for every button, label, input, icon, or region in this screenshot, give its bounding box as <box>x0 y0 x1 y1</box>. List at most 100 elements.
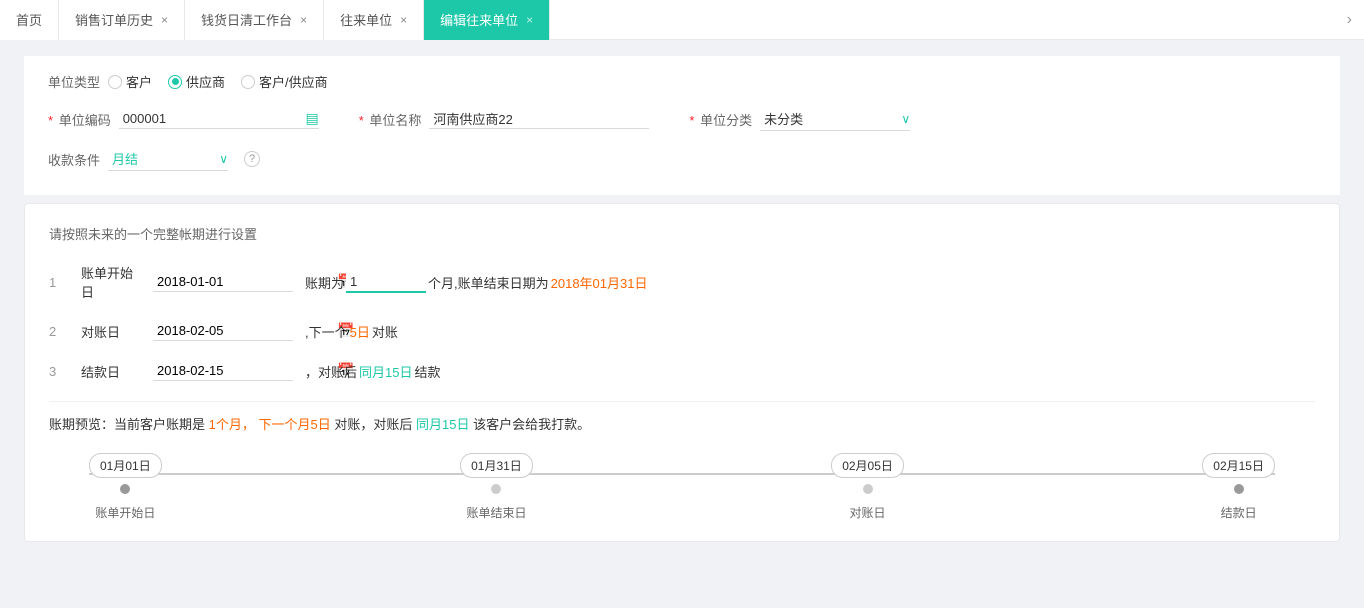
timeline-node-3: 02月15日 结款日 <box>1202 453 1275 521</box>
tab-home[interactable]: 首页 <box>0 0 59 40</box>
preview-part1: 1个月， <box>209 417 255 432</box>
fields-row: * 单位编码 ▤ * 单位名称 * 单位分类 <box>48 107 1316 131</box>
form-section: 单位类型 客户 供应商 客户/供应商 * <box>24 56 1340 195</box>
unit-category-field: * 单位分类 未分类 ∨ <box>689 107 910 131</box>
tab-partner-label: 往来单位 <box>340 10 392 29</box>
node-date-0: 01月01日 <box>89 453 162 478</box>
preview-middle: 对账，对账后 <box>334 417 412 432</box>
period-row-1: 1 账单开始日 📅 账期为 个月,账单结束日期为 2018年01月31日 <box>49 263 1315 301</box>
desc-prefix-3: ，对账后 <box>305 362 357 381</box>
card-section: 请按照未来的一个完整帐期进行设置 1 账单开始日 📅 账期为 个月,账单结束日期… <box>24 203 1340 542</box>
tab-partner-close[interactable]: × <box>400 13 407 27</box>
period-desc-3: ，对账后 同月15日 结款 <box>305 362 441 381</box>
radio-both-circle <box>241 75 255 89</box>
card-title: 请按照未来的一个完整帐期进行设置 <box>49 224 1315 243</box>
radio-supplier[interactable]: 供应商 <box>168 72 225 91</box>
unit-category-label: * 单位分类 <box>689 110 752 129</box>
node-date-2: 02月05日 <box>831 453 904 478</box>
preview-label: 账期预览：当前客户账期是 <box>49 417 205 432</box>
unit-name-field: * 单位名称 <box>359 109 650 129</box>
unit-name-input[interactable] <box>429 109 649 129</box>
payment-dropdown-icon: ∨ <box>219 152 228 166</box>
period-desc-2: ,下一个 5日 对账 <box>305 322 398 341</box>
unit-type-row: 单位类型 客户 供应商 客户/供应商 <box>48 72 1316 91</box>
period-row-3: 3 结款日 📅 ，对账后 同月15日 结款 <box>49 361 1315 381</box>
unit-type-label: 单位类型 <box>48 72 100 91</box>
unit-category-select[interactable]: 未分类 ∨ <box>760 107 910 131</box>
row-label-3: 结款日 <box>81 362 141 381</box>
tab-sales-order-label: 销售订单历史 <box>75 10 153 29</box>
node-date-1: 01月31日 <box>460 453 533 478</box>
node-label-3: 结款日 <box>1221 504 1257 521</box>
tab-cash-work-label: 钱货日清工作台 <box>201 10 292 29</box>
date-input-2[interactable]: 📅 <box>153 321 293 341</box>
payment-value: 月结 <box>108 147 219 170</box>
unit-code-field: * 单位编码 ▤ <box>48 109 319 129</box>
radio-both-label: 客户/供应商 <box>259 72 328 91</box>
period-row-2: 2 对账日 📅 ,下一个 5日 对账 <box>49 321 1315 341</box>
tab-cash-work-close[interactable]: × <box>300 13 307 27</box>
tab-sales-order-close[interactable]: × <box>161 13 168 27</box>
node-dot-1 <box>491 484 501 494</box>
node-dot-0 <box>120 484 130 494</box>
preview-part3: 同月15日 <box>416 417 469 432</box>
tab-edit-partner-close[interactable]: × <box>526 13 533 27</box>
desc-suffix-1: 个月,账单结束日期为 <box>428 273 549 292</box>
tab-edit-partner[interactable]: 编辑往来单位 × <box>424 0 550 40</box>
timeline-node-1: 01月31日 账单结束日 <box>460 453 533 521</box>
unit-type-radio-group: 客户 供应商 客户/供应商 <box>108 72 328 91</box>
date-input-1[interactable]: 📅 <box>153 272 293 292</box>
row-label-1: 账单开始日 <box>81 263 141 301</box>
tab-cash-work[interactable]: 钱货日清工作台 × <box>185 0 324 40</box>
radio-customer-label: 客户 <box>126 72 152 91</box>
unit-code-input-group[interactable]: ▤ <box>119 109 319 129</box>
node-dot-2 <box>863 484 873 494</box>
timeline: 01月01日 账单开始日 01月31日 账单结束日 02月05日 对账日 02月… <box>49 453 1315 521</box>
tab-edit-partner-label: 编辑往来单位 <box>440 10 518 29</box>
tabs-expand-button[interactable]: › <box>1335 11 1364 29</box>
desc-prefix-1: 账期为 <box>305 273 344 292</box>
desc-suffix-3: 结款 <box>414 362 440 381</box>
payment-row: 收款条件 月结 ∨ ? <box>48 147 1316 171</box>
row-num-2: 2 <box>49 324 69 339</box>
desc-prefix-2: ,下一个 <box>305 322 348 341</box>
unit-code-input[interactable] <box>119 109 306 128</box>
row-num-1: 1 <box>49 275 69 290</box>
preview-part2: 下一个月5日 <box>259 417 331 432</box>
row-label-2: 对账日 <box>81 322 141 341</box>
period-desc-1: 账期为 个月,账单结束日期为 2018年01月31日 <box>305 272 647 293</box>
tabs-bar: 首页 销售订单历史 × 钱货日清工作台 × 往来单位 × 编辑往来单位 × › <box>0 0 1364 40</box>
payment-label: 收款条件 <box>48 150 100 169</box>
radio-customer-circle <box>108 75 122 89</box>
payment-select[interactable]: 月结 ∨ <box>108 147 228 171</box>
tab-partner[interactable]: 往来单位 × <box>324 0 424 40</box>
highlight-date-1: 2018年01月31日 <box>551 273 648 292</box>
preview-section: 账期预览：当前客户账期是 1个月， 下一个月5日 对账，对账后 同月15日 该客… <box>49 401 1315 433</box>
preview-text: 账期预览：当前客户账期是 1个月， 下一个月5日 对账，对账后 同月15日 该客… <box>49 414 1315 433</box>
radio-supplier-circle <box>168 75 182 89</box>
copy-icon[interactable]: ▤ <box>305 110 318 127</box>
highlight-text-3: 同月15日 <box>359 362 412 381</box>
main-content: 单位类型 客户 供应商 客户/供应商 * <box>0 40 1364 608</box>
node-label-2: 对账日 <box>850 504 886 521</box>
category-dropdown-icon: ∨ <box>901 112 910 126</box>
tab-home-label: 首页 <box>16 10 42 29</box>
row-num-3: 3 <box>49 364 69 379</box>
unit-code-label: * 单位编码 <box>48 110 111 129</box>
radio-both[interactable]: 客户/供应商 <box>241 72 328 91</box>
date-input-3[interactable]: 📅 <box>153 361 293 381</box>
timeline-node-2: 02月05日 对账日 <box>831 453 904 521</box>
radio-customer[interactable]: 客户 <box>108 72 152 91</box>
node-dot-3 <box>1234 484 1244 494</box>
unit-name-label: * 单位名称 <box>359 110 422 129</box>
node-label-0: 账单开始日 <box>95 504 155 521</box>
node-label-1: 账单结束日 <box>466 504 526 521</box>
month-input[interactable] <box>346 272 426 293</box>
desc-suffix-2: 对账 <box>372 322 398 341</box>
preview-suffix: 该客户会给我打款。 <box>473 417 590 432</box>
tab-sales-order[interactable]: 销售订单历史 × <box>59 0 185 40</box>
help-icon[interactable]: ? <box>244 151 260 167</box>
timeline-node-0: 01月01日 账单开始日 <box>89 453 162 521</box>
radio-supplier-label: 供应商 <box>186 72 225 91</box>
highlight-text-2: 5日 <box>350 322 370 341</box>
